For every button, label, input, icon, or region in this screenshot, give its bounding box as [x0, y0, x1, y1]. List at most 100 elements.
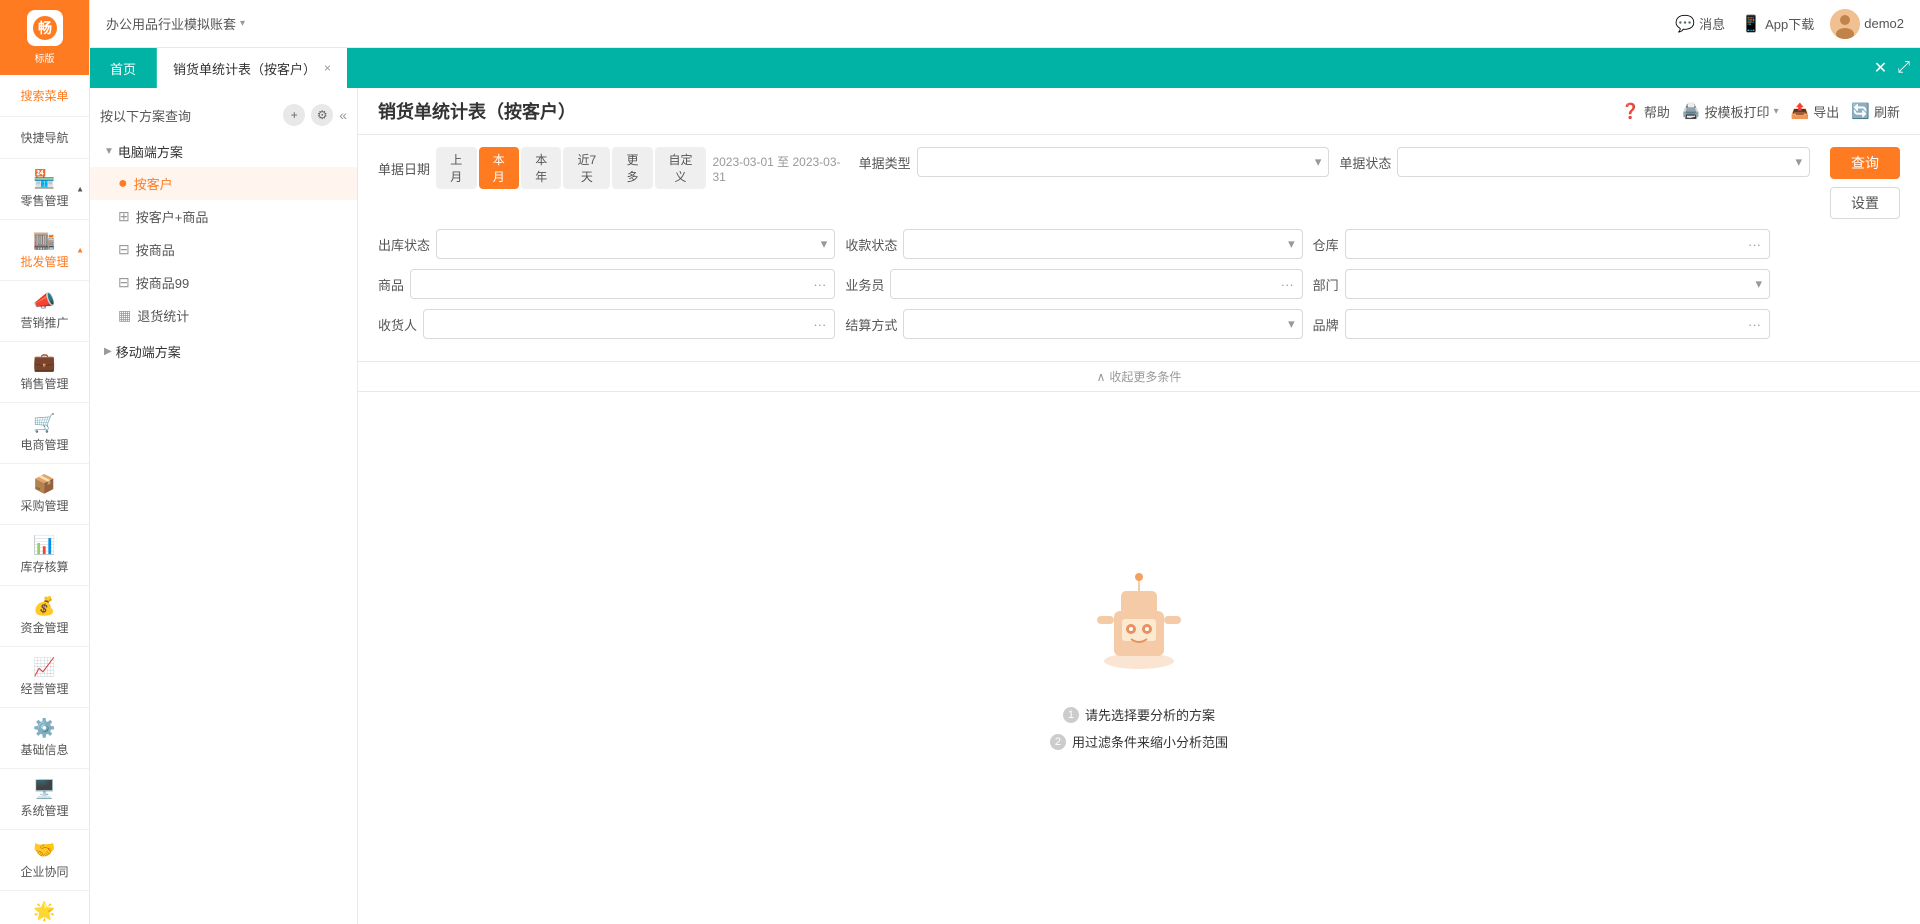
department-select[interactable]	[1345, 269, 1770, 299]
help-button[interactable]: ❓ 帮助	[1621, 102, 1670, 121]
scheme-item-goods-99[interactable]: ⊟ 按商品99	[90, 266, 357, 299]
scheme-item-by-customer[interactable]: ● 按客户	[90, 167, 357, 200]
goods-label: 商品	[378, 275, 404, 294]
empty-state-step2-label: 用过滤条件来缩小分析范围	[1072, 732, 1228, 751]
receiver-label: 收货人	[378, 315, 417, 334]
sidebar-item-marketing[interactable]: 📣 营销推广	[0, 281, 89, 342]
receipt-status-select-wrapper[interactable]	[903, 229, 1302, 259]
department-select-wrapper[interactable]	[1345, 269, 1770, 299]
scheme-item-return-stats[interactable]: ▦ 退货统计	[90, 299, 357, 332]
goods-dots[interactable]: ···	[813, 277, 826, 292]
tab-home[interactable]: 首页	[90, 48, 157, 88]
date-btn-custom[interactable]: 自定义	[655, 147, 707, 189]
date-btn-last-month[interactable]: 上月	[436, 147, 476, 189]
sidebar-item-guide[interactable]: 🌟 新手引导	[0, 891, 89, 924]
order-status-select[interactable]	[1397, 147, 1810, 177]
scheme-item-goods-99-label: 按商品99	[136, 273, 189, 292]
right-panel: 销货单统计表（按客户） ❓ 帮助 🖨️ 按模板打印 ▾ 📤 导出	[358, 88, 1920, 924]
sidebar-item-inventory[interactable]: 📊 库存核算	[0, 525, 89, 586]
date-btn-more[interactable]: 更多	[612, 147, 652, 189]
scheme-item-by-goods[interactable]: ⊟ 按商品	[90, 233, 357, 266]
tab-active[interactable]: 销货单统计表（按客户） ×	[157, 48, 347, 88]
user-menu[interactable]: demo2	[1830, 9, 1904, 39]
page-title: 销货单统计表（按客户）	[378, 98, 576, 124]
add-scheme-button[interactable]: +	[283, 104, 305, 126]
receipt-status-select[interactable]	[903, 229, 1302, 259]
date-btn-this-year[interactable]: 本年	[521, 147, 561, 189]
marketing-icon: 📣	[5, 291, 84, 312]
date-btn-this-month[interactable]: 本月	[479, 147, 519, 189]
collapse-up-icon: ∧	[1097, 370, 1106, 384]
sidebar-item-sales[interactable]: 💼 销售管理	[0, 342, 89, 403]
sidebar: 畅 标版 搜索菜单 快捷导航 🏪 零售管理 🏬 批发管理 📣 营销推广 💼 销售…	[0, 0, 90, 924]
window-expand-icon[interactable]: ⤢	[1897, 59, 1910, 77]
ship-status-select-wrapper[interactable]	[436, 229, 835, 259]
export-button[interactable]: 📤 导出	[1791, 102, 1840, 121]
scheme-group-mobile-label: 移动端方案	[116, 342, 181, 361]
sidebar-item-purchase[interactable]: 📦 采购管理	[0, 464, 89, 525]
sidebar-item-ecommerce[interactable]: 🛒 电商管理	[0, 403, 89, 464]
collapse-panel-button[interactable]: «	[339, 107, 347, 123]
collapse-link[interactable]: ∧ 收起更多条件	[1097, 368, 1182, 385]
order-type-select-wrapper[interactable]	[917, 147, 1330, 177]
empty-state: 1 请先选择要分析的方案 2 用过滤条件来缩小分析范围	[358, 392, 1920, 924]
basic-icon: ⚙️	[5, 718, 84, 739]
system-icon: 🖥️	[5, 779, 84, 800]
empty-state-step2: 2 用过滤条件来缩小分析范围	[1050, 732, 1228, 751]
help-icon: ❓	[1621, 102, 1640, 120]
message-button[interactable]: 💬 消息	[1675, 14, 1725, 34]
settlement-select[interactable]	[903, 309, 1302, 339]
order-type-label: 单据类型	[859, 153, 911, 172]
settlement-select-wrapper[interactable]	[903, 309, 1302, 339]
sidebar-nav[interactable]: 快捷导航	[0, 117, 89, 159]
filter-settings-button[interactable]: 设置	[1830, 187, 1900, 219]
date-btn-7days[interactable]: 近7天	[563, 147, 610, 189]
receiver-dots[interactable]: ···	[813, 317, 826, 332]
date-label: 单据日期	[378, 159, 430, 178]
left-panel-title: 按以下方案查询	[100, 106, 191, 125]
sidebar-item-system[interactable]: 🖥️ 系统管理	[0, 769, 89, 830]
step-num-2: 2	[1050, 734, 1066, 750]
sidebar-item-enterprise[interactable]: 🤝 企业协同	[0, 830, 89, 891]
department-label: 部门	[1313, 275, 1339, 294]
collapse-bar: ∧ 收起更多条件	[358, 362, 1920, 392]
print-button[interactable]: 🖨️ 按模板打印 ▾	[1682, 102, 1779, 121]
warehouse-dots[interactable]: ···	[1748, 237, 1761, 252]
finance-icon: 💰	[5, 596, 84, 617]
scheme-group-pc: ▼ 电脑端方案 ● 按客户 ⊞ 按客户+商品 ⊟ 按商品 ⊟ 按商品99	[90, 136, 357, 332]
top-bar-right: 💬 消息 📱 App下载 demo2	[1675, 9, 1904, 39]
main-area: 办公用品行业模拟账套 ▾ 💬 消息 📱 App下载	[90, 0, 1920, 924]
purchase-icon: 📦	[5, 474, 84, 495]
query-button[interactable]: 查询	[1830, 147, 1900, 179]
scheme-item-return-stats-label: 退货统计	[137, 306, 189, 325]
order-status-select-wrapper[interactable]	[1397, 147, 1810, 177]
collapse-label: 收起更多条件	[1109, 368, 1181, 385]
ship-status-select[interactable]	[436, 229, 835, 259]
sidebar-item-wholesale[interactable]: 🏬 批发管理	[0, 220, 89, 281]
scheme-group-pc-title[interactable]: ▼ 电脑端方案	[90, 136, 357, 167]
window-close-icon[interactable]: ✕	[1874, 58, 1887, 78]
brand-label: 品牌	[1313, 315, 1339, 334]
order-type-select[interactable]	[917, 147, 1330, 177]
sidebar-item-finance[interactable]: 💰 资金管理	[0, 586, 89, 647]
scheme-item-customer-goods[interactable]: ⊞ 按客户+商品	[90, 200, 357, 233]
sales-icon: 💼	[5, 352, 84, 373]
left-panel-header: 按以下方案查询 + ⚙ «	[90, 98, 357, 132]
sidebar-item-retail[interactable]: 🏪 零售管理	[0, 159, 89, 220]
settings-scheme-button[interactable]: ⚙	[311, 104, 333, 126]
avatar	[1830, 9, 1860, 39]
app-download-button[interactable]: 📱 App下载	[1741, 14, 1814, 34]
tab-close-icon[interactable]: ×	[324, 61, 331, 75]
scheme-group-mobile-title[interactable]: ▶ 移动端方案	[90, 336, 357, 367]
industry-selector[interactable]: 办公用品行业模拟账套 ▾	[106, 14, 245, 33]
sidebar-item-basic[interactable]: ⚙️ 基础信息	[0, 708, 89, 769]
refresh-button[interactable]: 🔄 刷新	[1851, 102, 1900, 121]
scheme-group-pc-label: 电脑端方案	[118, 142, 183, 161]
salesperson-dots[interactable]: ···	[1281, 277, 1294, 292]
sidebar-item-operations[interactable]: 📈 经营管理	[0, 647, 89, 708]
sidebar-search[interactable]: 搜索菜单	[0, 75, 89, 117]
user-name: demo2	[1864, 16, 1904, 31]
brand-dots[interactable]: ···	[1748, 317, 1761, 332]
arrow-right-icon: ▶	[104, 346, 112, 357]
warehouse-label: 仓库	[1313, 235, 1339, 254]
